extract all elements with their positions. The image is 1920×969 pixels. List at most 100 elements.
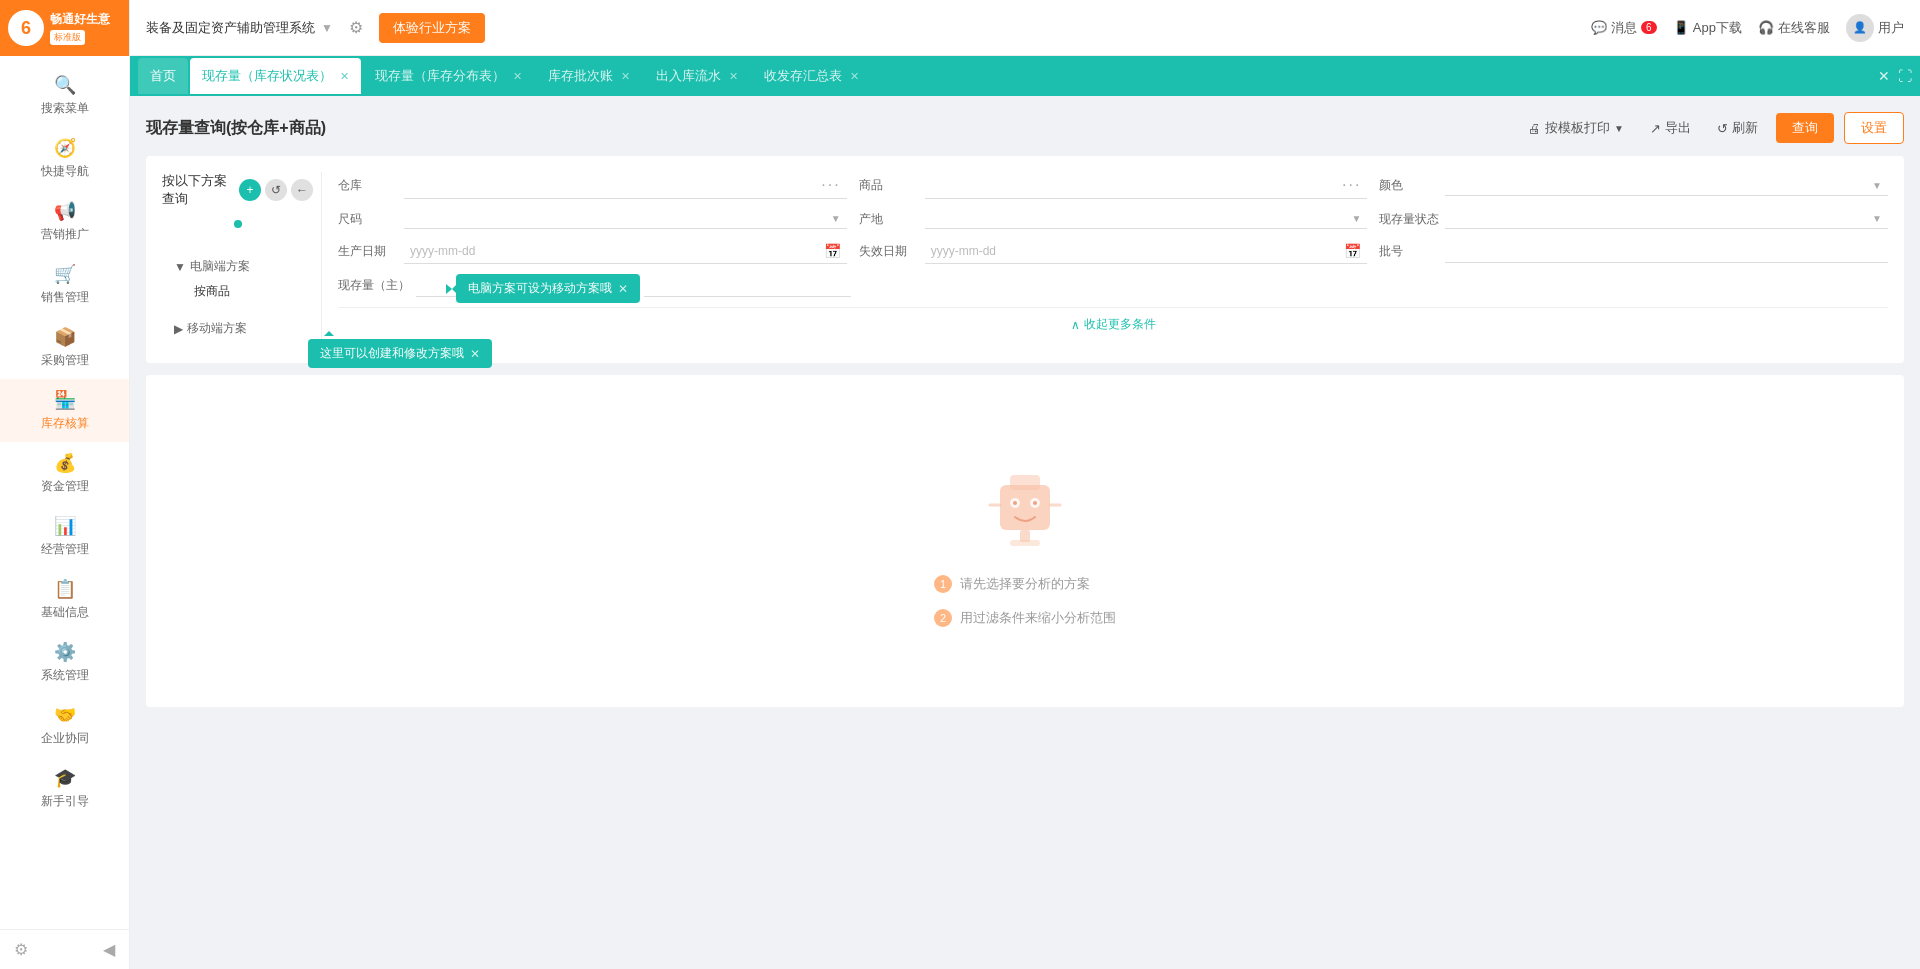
sidebar-item-inventory[interactable]: 🏪 库存核算 <box>0 379 129 442</box>
inventory-qty-max-input[interactable] <box>644 274 851 297</box>
user-item[interactable]: 👤 用户 <box>1846 14 1904 42</box>
collapse-label: 收起更多条件 <box>1084 316 1156 333</box>
sidebar-item-label: 新手引导 <box>41 793 89 810</box>
scheme-item-by-product[interactable]: 按商品 <box>174 279 301 304</box>
sidebar-item-enterprise[interactable]: 🤝 企业协同 <box>0 694 129 757</box>
tab-fullscreen-icon[interactable]: ⛶ <box>1898 68 1912 84</box>
logo-text-block: 畅通好生意 标准版 <box>50 11 110 45</box>
topbar-settings-icon[interactable]: ⚙ <box>345 14 367 41</box>
refresh-scheme-btn[interactable]: ↺ <box>265 179 287 201</box>
refresh-btn[interactable]: ↺ 刷新 <box>1709 115 1766 141</box>
add-scheme-btn[interactable]: + <box>239 179 261 201</box>
topbar: 装备及固定资产辅助管理系统 ▼ ⚙ 体验行业方案 💬 消息 6 📱 App下载 … <box>130 0 1920 56</box>
sidebar-item-label: 库存核算 <box>41 415 89 432</box>
page-actions: 🖨 按模板打印 ▼ ↗ 导出 ↺ 刷新 查询 设置 <box>1520 112 1904 144</box>
sidebar-item-search[interactable]: 🔍 搜索菜单 <box>0 64 129 127</box>
logo-icon: 6 <box>8 10 44 46</box>
tab-inout[interactable]: 出入库流水 ✕ <box>644 58 750 94</box>
inventory-status-select[interactable]: ▼ <box>1445 209 1888 229</box>
batch-label: 批号 <box>1379 243 1439 260</box>
tab-close-icon[interactable]: ✕ <box>621 70 630 83</box>
empty-tip-2: 2 用过滤条件来缩小分析范围 <box>934 609 1116 627</box>
sidebar-item-finance[interactable]: 💰 资金管理 <box>0 442 129 505</box>
operations-icon: 📊 <box>54 515 76 537</box>
app-download-label: App下载 <box>1693 19 1742 37</box>
print-dropdown-icon: ▼ <box>1614 123 1624 134</box>
tab-close-all-icon[interactable]: ✕ <box>1878 68 1890 84</box>
svg-rect-0 <box>1000 485 1050 530</box>
warehouse-select[interactable]: ··· <box>404 172 847 199</box>
filter-field-origin: 产地 ▼ <box>859 209 1368 229</box>
query-btn[interactable]: 查询 <box>1776 113 1834 143</box>
page-title: 现存量查询(按仓库+商品) <box>146 118 326 139</box>
tooltip-text: 电脑方案可设为移动方案哦 <box>468 280 612 297</box>
color-select[interactable]: ▼ <box>1445 176 1888 196</box>
online-service-item[interactable]: 🎧 在线客服 <box>1758 19 1830 37</box>
tab-home[interactable]: 首页 <box>138 58 188 94</box>
sidebar-item-sales[interactable]: 🛒 销售管理 <box>0 253 129 316</box>
tab-collect[interactable]: 收发存汇总表 ✕ <box>752 58 871 94</box>
filter-row-1: 仓库 ··· 商品 ··· <box>338 172 1888 199</box>
solution-btn[interactable]: 体验行业方案 <box>379 13 485 43</box>
sidebar-item-basic[interactable]: 📋 基础信息 <box>0 568 129 631</box>
produce-date-input[interactable]: yyyy-mm-dd 📅 <box>404 239 847 264</box>
dot-indicator-area <box>162 220 313 228</box>
size-arrow-icon: ▼ <box>831 213 841 224</box>
collapse-sidebar-icon[interactable]: ◀ <box>103 940 115 959</box>
product-ellipsis[interactable]: ··· <box>1342 176 1361 194</box>
tab-inventory-status[interactable]: 现存量（库存状况表） ✕ <box>190 58 361 94</box>
expire-date-input[interactable]: yyyy-mm-dd 📅 <box>925 239 1368 264</box>
tip-num-2: 2 <box>934 609 952 627</box>
svg-point-4 <box>1013 501 1017 505</box>
empty-state: 1 请先选择要分析的方案 2 用过滤条件来缩小分析范围 <box>146 375 1904 707</box>
collapse-icon: ∧ <box>1071 318 1080 332</box>
filter-field-inventory-status: 现存量状态 ▼ <box>1379 209 1888 229</box>
origin-select[interactable]: ▼ <box>925 209 1368 229</box>
tab-close-icon[interactable]: ✕ <box>850 70 859 83</box>
product-select[interactable]: ··· <box>925 172 1368 199</box>
sidebar-item-purchase[interactable]: 📦 采购管理 <box>0 316 129 379</box>
tooltip-edit-close-icon[interactable]: ✕ <box>470 347 480 361</box>
size-select[interactable]: ▼ <box>404 209 847 229</box>
filter-panel: 按以下方案查询 + ↺ ← ▼ <box>146 156 1904 363</box>
scheme-group-pc-title[interactable]: ▼ 电脑端方案 <box>174 254 301 279</box>
sidebar-item-label: 搜索菜单 <box>41 100 89 117</box>
tooltip-edit-text: 这里可以创建和修改方案哦 <box>320 345 464 362</box>
settings-btn[interactable]: 设置 <box>1844 112 1904 144</box>
filter-header: 按以下方案查询 + ↺ ← <box>162 172 313 208</box>
sidebar-item-newbie[interactable]: 🎓 新手引导 <box>0 757 129 820</box>
filter-field-expire-date: 失效日期 yyyy-mm-dd 📅 <box>859 239 1368 264</box>
tab-close-icon[interactable]: ✕ <box>513 70 522 83</box>
tab-label: 库存批次账 <box>548 67 613 85</box>
settings-bottom-icon[interactable]: ⚙ <box>14 940 28 959</box>
sidebar-item-operations[interactable]: 📊 经营管理 <box>0 505 129 568</box>
back-btn[interactable]: ← <box>291 179 313 201</box>
produce-date-calendar-icon[interactable]: 📅 <box>824 243 841 259</box>
expire-date-calendar-icon[interactable]: 📅 <box>1344 243 1361 259</box>
message-item[interactable]: 💬 消息 6 <box>1591 19 1657 37</box>
tooltip-close-icon[interactable]: ✕ <box>618 282 628 296</box>
size-label: 尺码 <box>338 211 398 228</box>
logo-area: 6 畅通好生意 标准版 <box>0 0 129 56</box>
sidebar-item-system[interactable]: ⚙️ 系统管理 <box>0 631 129 694</box>
collapse-btn[interactable]: ∧ 收起更多条件 <box>338 307 1888 333</box>
logo-title: 畅通好生意 <box>50 11 110 28</box>
tooltip-arrow <box>446 284 457 294</box>
tip-text-1: 请先选择要分析的方案 <box>960 575 1090 593</box>
system-name: 装备及固定资产辅助管理系统 <box>146 19 315 37</box>
batch-input[interactable] <box>1445 240 1888 263</box>
avatar: 👤 <box>1846 14 1874 42</box>
app-download-item[interactable]: 📱 App下载 <box>1673 19 1742 37</box>
sidebar-item-marketing[interactable]: 📢 营销推广 <box>0 190 129 253</box>
sidebar-item-guide[interactable]: 🧭 快捷导航 <box>0 127 129 190</box>
svg-rect-1 <box>1010 475 1040 490</box>
scheme-group-mobile-title[interactable]: ▶ 移动端方案 <box>174 316 301 341</box>
export-btn[interactable]: ↗ 导出 <box>1642 115 1699 141</box>
tab-close-icon[interactable]: ✕ <box>340 70 349 83</box>
print-btn[interactable]: 🖨 按模板打印 ▼ <box>1520 115 1632 141</box>
tab-inventory-dist[interactable]: 现存量（库存分布表） ✕ <box>363 58 534 94</box>
tab-close-icon[interactable]: ✕ <box>729 70 738 83</box>
warehouse-ellipsis[interactable]: ··· <box>821 176 840 194</box>
system-selector[interactable]: 装备及固定资产辅助管理系统 ▼ <box>146 19 333 37</box>
tab-batch[interactable]: 库存批次账 ✕ <box>536 58 642 94</box>
